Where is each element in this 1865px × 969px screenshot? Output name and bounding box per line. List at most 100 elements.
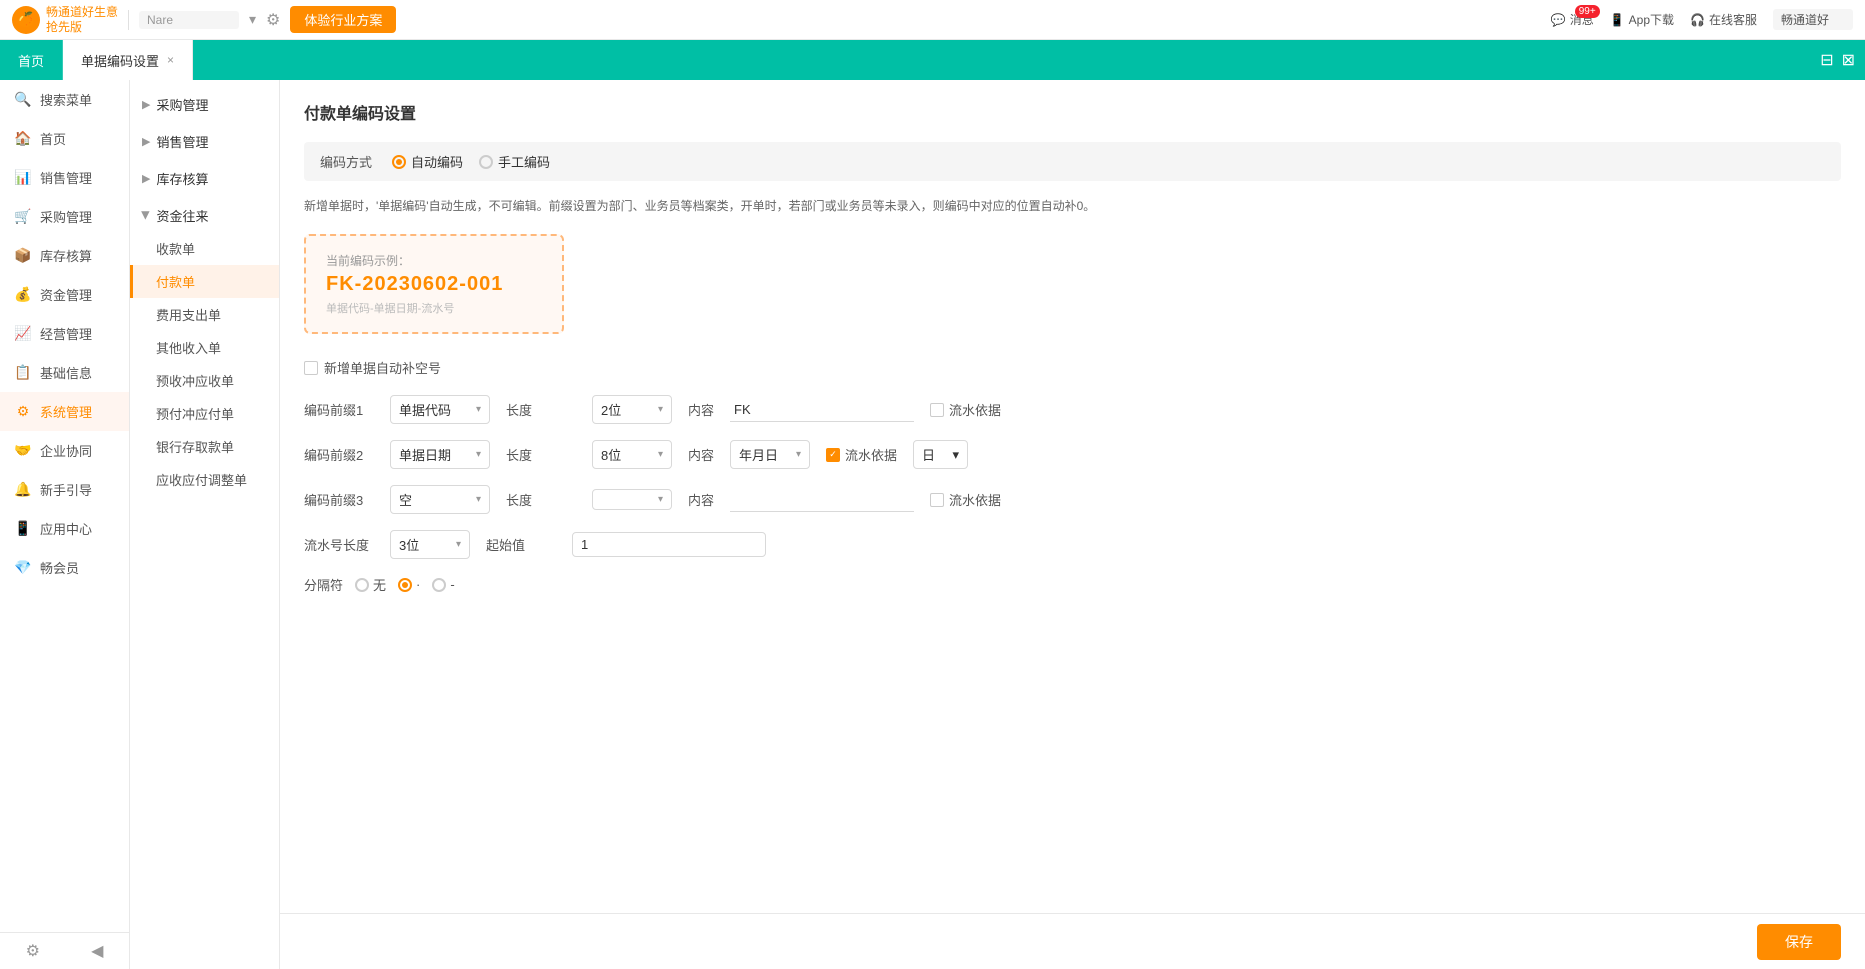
stream1-check[interactable]: 流水依据 xyxy=(930,400,1001,419)
length1-select[interactable]: 2位 ▾ xyxy=(592,395,672,424)
sec-group-capital-header[interactable]: ▶ 资金往来 xyxy=(130,199,279,232)
sidebar-item-operations[interactable]: 📈 经营管理 xyxy=(0,314,129,353)
length2-chevron-icon: ▾ xyxy=(658,449,663,460)
sidebar-label-basic: 基础信息 xyxy=(40,363,92,382)
content1-input[interactable] xyxy=(730,398,914,422)
sidebar-item-member[interactable]: 💎 畅会员 xyxy=(0,548,129,587)
length1-label: 长度 xyxy=(506,400,576,419)
sidebar-settings-icon[interactable]: ⚙ xyxy=(26,941,40,961)
topbar-logo: 🍊 畅通道好生意 抢先版 xyxy=(12,5,118,34)
sec-item-prepay-receivable[interactable]: 预收冲应收单 xyxy=(130,364,279,397)
collapse-arrow-icon: ▶ xyxy=(142,98,150,111)
content2-select[interactable]: 年月日 ▾ xyxy=(730,440,810,469)
sec-item-payment[interactable]: 付款单 xyxy=(130,265,279,298)
sidebar-item-purchase[interactable]: 🛒 采购管理 xyxy=(0,197,129,236)
sep-dot-radio[interactable]: · xyxy=(398,577,420,592)
operations-icon: 📈 xyxy=(14,325,32,343)
dropdown-arrow-icon[interactable]: ▾ xyxy=(249,11,256,28)
topbar-right: 💬 消息 99+ 📱 App下载 🎧 在线客服 畅通道好 xyxy=(1551,9,1853,30)
prefix2-select[interactable]: 单据日期 ▾ xyxy=(390,440,490,469)
prefix1-select[interactable]: 单据代码 ▾ xyxy=(390,395,490,424)
serial-row: 流水号长度 3位 ▾ 起始值 xyxy=(304,530,1841,559)
sep-none-circle xyxy=(355,578,369,592)
minimize-button[interactable]: ⊟ xyxy=(1820,50,1833,70)
serial-start-label: 起始值 xyxy=(486,535,556,554)
info-text: 新增单据时，'单据编码'自动生成，不可编辑。前缀设置为部门、业务员等档案类，开单… xyxy=(304,197,1841,216)
system-icon: ⚙ xyxy=(14,403,32,421)
user-name[interactable]: 畅通道好 xyxy=(1773,9,1853,30)
preview-desc: 单据代码-单据日期-流水号 xyxy=(326,300,542,316)
sidebar-item-search[interactable]: 🔍 搜索菜单 xyxy=(0,80,129,119)
sep-dash-radio[interactable]: - xyxy=(432,577,454,592)
auto-encode-radio[interactable]: 自动编码 xyxy=(392,152,463,171)
sidebar-item-newguide[interactable]: 🔔 新手引导 xyxy=(0,470,129,509)
save-button[interactable]: 保存 xyxy=(1757,924,1841,960)
sec-item-prepay-payable[interactable]: 预付冲应付单 xyxy=(130,397,279,430)
sidebar-item-enterprise[interactable]: 🤝 企业协同 xyxy=(0,431,129,470)
prefix1-row: 编码前缀1 单据代码 ▾ 长度 2位 ▾ 内容 流水依据 xyxy=(304,395,1841,424)
topbar-company[interactable]: Nare xyxy=(139,11,239,29)
stream2-check[interactable]: ✓ 流水依据 xyxy=(826,445,897,464)
sidebar-item-appcenter[interactable]: 📱 应用中心 xyxy=(0,509,129,548)
experience-button[interactable]: 体验行业方案 xyxy=(290,6,396,33)
sec-item-expense[interactable]: 费用支出单 xyxy=(130,298,279,331)
sidebar-item-home[interactable]: 🏠 首页 xyxy=(0,119,129,158)
sidebar-item-system[interactable]: ⚙ 系统管理 xyxy=(0,392,129,431)
serial-start-input[interactable] xyxy=(572,532,766,557)
message-badge: 99+ xyxy=(1575,5,1600,18)
preview-code: FK-20230602-001 xyxy=(326,273,542,296)
content2-chevron-icon: ▾ xyxy=(796,449,801,460)
expand-button[interactable]: ⊠ xyxy=(1842,50,1855,70)
page-title: 付款单编码设置 xyxy=(304,100,1841,124)
prefix3-select[interactable]: 空 ▾ xyxy=(390,485,490,514)
auto-fill-label: 新增单据自动补空号 xyxy=(324,358,441,377)
topbar: 🍊 畅通道好生意 抢先版 Nare ▾ ⚙ 体验行业方案 💬 消息 99+ 📱 … xyxy=(0,0,1865,40)
sec-group-inventory-header[interactable]: ▶ 库存核算 xyxy=(130,162,279,195)
sec-item-payable-adjust[interactable]: 应收应付调整单 xyxy=(130,463,279,496)
app-download-button[interactable]: 📱 App下载 xyxy=(1610,11,1674,28)
length2-select[interactable]: 8位 ▾ xyxy=(592,440,672,469)
content3-label: 内容 xyxy=(688,490,714,509)
sec-item-bank-deposit[interactable]: 银行存取款单 xyxy=(130,430,279,463)
serial-length-chevron-icon: ▾ xyxy=(456,539,461,550)
sidebar-collapse-icon[interactable]: ◀ xyxy=(91,941,103,961)
auto-encode-label: 自动编码 xyxy=(411,152,463,171)
sec-item-other-income[interactable]: 其他收入单 xyxy=(130,331,279,364)
sidebar-item-sales[interactable]: 📊 销售管理 xyxy=(0,158,129,197)
sec-item-receipt[interactable]: 收款单 xyxy=(130,232,279,265)
auto-fill-checkbox[interactable] xyxy=(304,361,318,375)
encoding-method-row: 编码方式 自动编码 手工编码 xyxy=(304,142,1841,181)
length3-select[interactable]: ▾ xyxy=(592,489,672,510)
prefix3-value: 空 xyxy=(399,490,412,509)
main-layout: 🔍 搜索菜单 🏠 首页 📊 销售管理 🛒 采购管理 📦 库存核算 💰 资金管理 … xyxy=(0,80,1865,969)
prefix2-value: 单据日期 xyxy=(399,445,451,464)
sep-none-radio[interactable]: 无 xyxy=(355,575,386,594)
sidebar-item-inventory[interactable]: 📦 库存核算 xyxy=(0,236,129,275)
service-button[interactable]: 🎧 在线客服 xyxy=(1690,11,1757,28)
message-button[interactable]: 💬 消息 99+ xyxy=(1551,11,1594,28)
topbar-left: 🍊 畅通道好生意 抢先版 Nare ▾ ⚙ 体验行业方案 xyxy=(12,5,396,34)
prefix3-chevron-icon: ▾ xyxy=(476,494,481,505)
content3-input[interactable] xyxy=(730,488,914,512)
sec-group-sales-header[interactable]: ▶ 销售管理 xyxy=(130,125,279,158)
tab-settings[interactable]: 单据编码设置 × xyxy=(63,40,193,80)
sidebar-bottom: ⚙ ◀ xyxy=(0,932,129,969)
manual-encode-radio[interactable]: 手工编码 xyxy=(479,152,550,171)
sidebar-item-basic[interactable]: 📋 基础信息 xyxy=(0,353,129,392)
stream3-check[interactable]: 流水依据 xyxy=(930,490,1001,509)
tab-home[interactable]: 首页 xyxy=(0,40,63,80)
content2-label: 内容 xyxy=(688,445,714,464)
sep-dot-circle xyxy=(398,578,412,592)
day-value: 日 xyxy=(922,445,935,464)
stream3-checkbox xyxy=(930,493,944,507)
message-icon: 💬 xyxy=(1551,13,1566,27)
serial-length-select[interactable]: 3位 ▾ xyxy=(390,530,470,559)
sidebar-item-finance[interactable]: 💰 资金管理 xyxy=(0,275,129,314)
gear-icon[interactable]: ⚙ xyxy=(266,10,280,30)
day-select[interactable]: 日 ▾ xyxy=(913,440,968,469)
content1-label: 内容 xyxy=(688,400,714,419)
tab-close-icon[interactable]: × xyxy=(167,53,174,67)
day-chevron-icon: ▾ xyxy=(953,447,960,463)
length3-chevron-icon: ▾ xyxy=(658,494,663,505)
sec-group-purchase-header[interactable]: ▶ 采购管理 xyxy=(130,88,279,121)
